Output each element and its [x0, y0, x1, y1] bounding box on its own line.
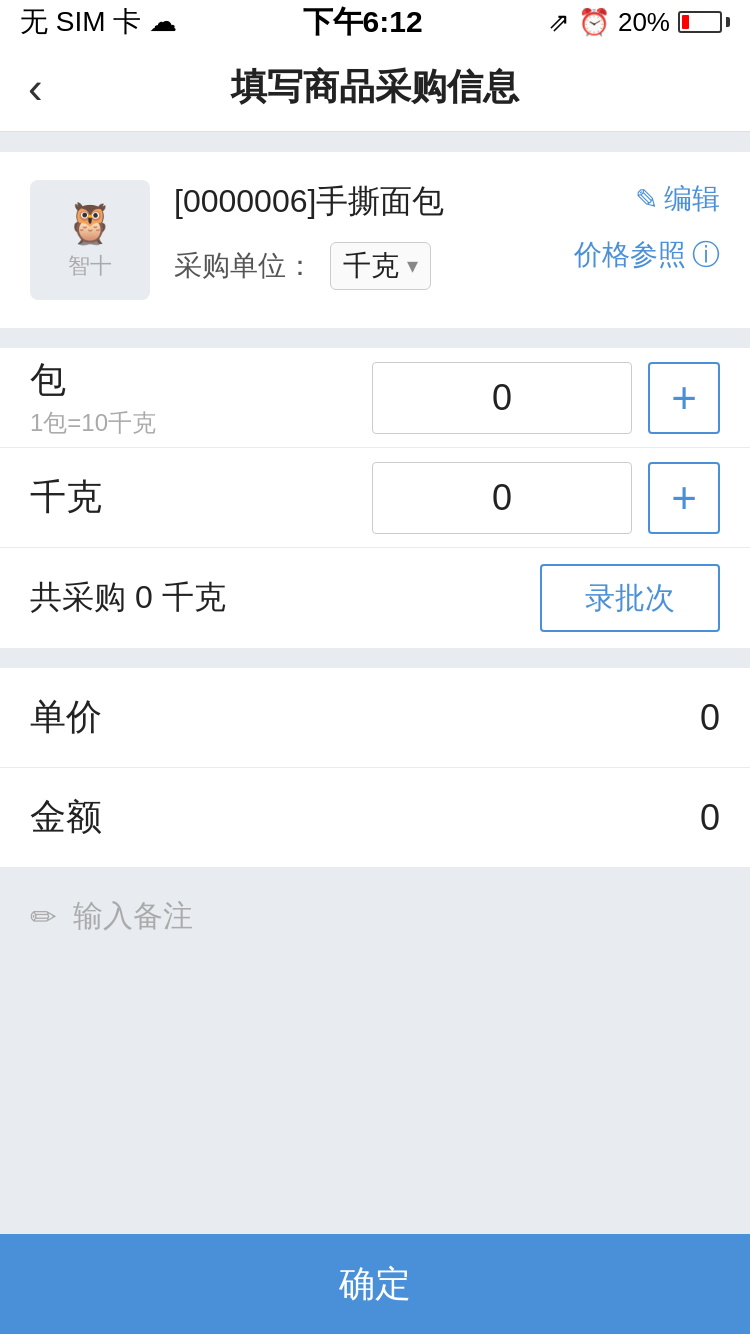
content-blank — [0, 965, 750, 1245]
battery-icon — [678, 11, 730, 33]
nav-bar: ‹ 填写商品采购信息 — [0, 44, 750, 132]
status-right: ⇗ ⏰ 20% — [548, 7, 730, 38]
edit-button[interactable]: ✎ 编辑 — [635, 180, 720, 218]
confirm-button[interactable]: 确定 — [0, 1234, 750, 1334]
product-thumbnail: 🦉 智十 — [30, 180, 150, 300]
back-button[interactable]: ‹ — [28, 66, 43, 110]
product-right: ✎ 编辑 价格参照 ⓘ — [574, 180, 720, 274]
total-text: 共采购 0 千克 — [30, 576, 226, 620]
page-title: 填写商品采购信息 — [231, 63, 519, 112]
status-left: 无 SIM 卡 ☁ — [20, 3, 177, 41]
unit-price-row: 单价 0 — [0, 668, 750, 768]
edit-icon: ✎ — [635, 183, 658, 216]
product-card: 🦉 智十 [0000006]手撕面包 采购单位： 千克 ▾ ✎ 编辑 价格参照 … — [0, 152, 750, 328]
status-bar: 无 SIM 卡 ☁ 下午6:12 ⇗ ⏰ 20% — [0, 0, 750, 44]
amount-row: 金额 0 — [0, 768, 750, 868]
battery-percent: 20% — [618, 7, 670, 38]
kg-label: 千克 — [30, 473, 150, 522]
price-section: 单价 0 金额 0 — [0, 668, 750, 868]
total-section: 共采购 0 千克 录批次 — [0, 548, 750, 648]
divider-price — [0, 648, 750, 668]
input-row-bag: 包 1包=10千克 + — [0, 348, 750, 448]
bag-label-main: 包 — [30, 356, 156, 405]
unit-price-label: 单价 — [30, 693, 102, 742]
bag-label: 包 1包=10千克 — [30, 356, 156, 439]
amount-label: 金额 — [30, 793, 102, 842]
kg-quantity-input[interactable] — [372, 462, 632, 534]
batch-label: 录批次 — [585, 578, 675, 619]
unit-value: 千克 — [343, 247, 399, 285]
price-ref-button[interactable]: 价格参照 ⓘ — [574, 236, 720, 274]
alarm-icon: ⏰ — [578, 7, 610, 38]
help-icon: ⓘ — [692, 236, 720, 274]
remark-placeholder: 输入备注 — [73, 896, 193, 937]
unit-label: 采购单位： — [174, 247, 314, 285]
divider-mid — [0, 328, 750, 348]
product-info: [0000006]手撕面包 采购单位： 千克 ▾ — [174, 180, 550, 290]
batch-button[interactable]: 录批次 — [540, 564, 720, 632]
input-row-kg: 千克 + — [0, 448, 750, 548]
chevron-down-icon: ▾ — [407, 253, 418, 279]
edit-label: 编辑 — [664, 180, 720, 218]
amount-value: 0 — [700, 797, 720, 839]
product-thumb-label: 智十 — [68, 251, 112, 281]
unit-select[interactable]: 千克 ▾ — [330, 242, 431, 290]
bag-quantity-input[interactable] — [372, 362, 632, 434]
total-row: 共采购 0 千克 录批次 — [0, 548, 750, 648]
kg-plus-button[interactable]: + — [648, 462, 720, 534]
input-section: 包 1包=10千克 + 千克 + — [0, 348, 750, 548]
location-icon: ⇗ — [548, 7, 570, 38]
kg-label-main: 千克 — [30, 473, 150, 522]
product-unit-row: 采购单位： 千克 ▾ — [174, 242, 550, 290]
remark-section[interactable]: ✏ 输入备注 — [0, 868, 750, 965]
bag-plus-button[interactable]: + — [648, 362, 720, 434]
unit-price-value: 0 — [700, 697, 720, 739]
kg-input-right: + — [150, 462, 720, 534]
bag-label-sub: 1包=10千克 — [30, 407, 156, 439]
pencil-icon: ✏ — [30, 898, 57, 936]
bag-input-right: + — [156, 362, 720, 434]
confirm-label: 确定 — [339, 1260, 411, 1309]
product-owl-icon: 🦉 — [65, 200, 115, 247]
price-ref-label: 价格参照 — [574, 236, 686, 274]
divider-top — [0, 132, 750, 152]
product-name: [0000006]手撕面包 — [174, 180, 550, 224]
sim-label: 无 SIM 卡 ☁ — [20, 3, 177, 41]
status-time: 下午6:12 — [303, 2, 423, 43]
